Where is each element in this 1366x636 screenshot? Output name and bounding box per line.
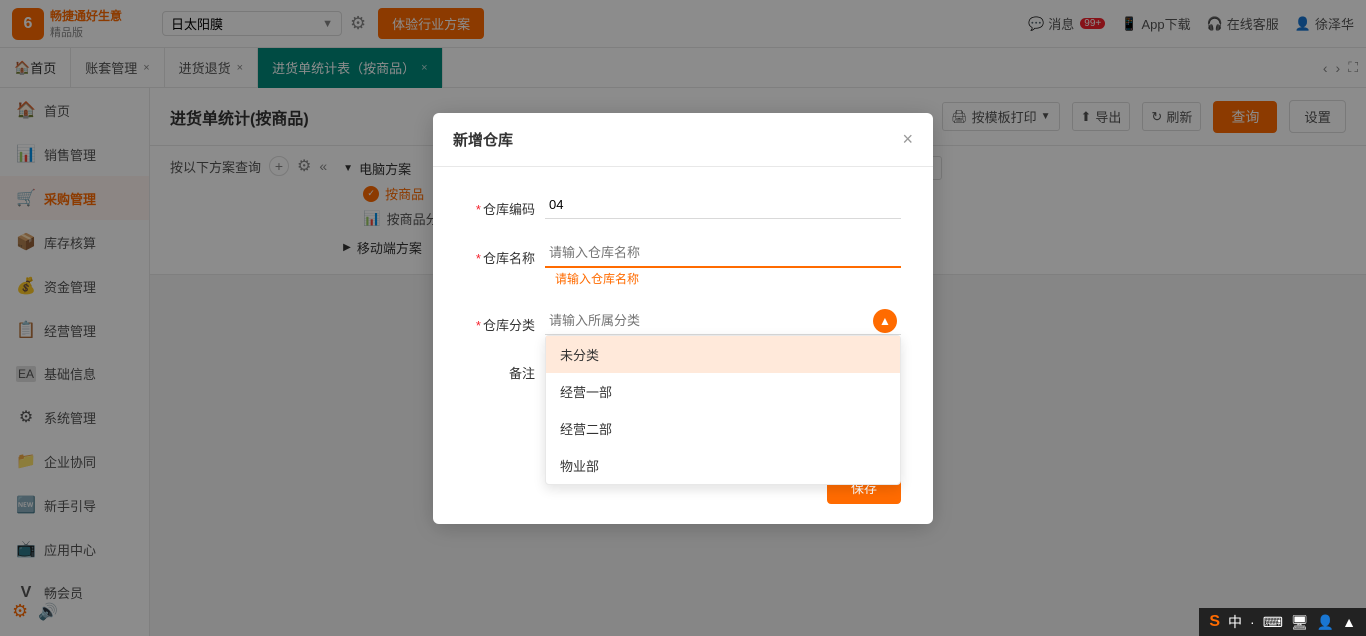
user-bottom-icon[interactable]: 👤: [1317, 614, 1334, 631]
monitor-icon[interactable]: 🖥: [1291, 614, 1309, 631]
category-arrow-btn[interactable]: ▲: [873, 309, 897, 333]
form-row-category: 仓库分类 ▲ 未分类 经营一部 经营二部 物业部: [465, 307, 901, 335]
name-input[interactable]: [545, 239, 901, 268]
dialog-title: 新增仓库: [453, 129, 513, 150]
diamond-icon[interactable]: ·: [1250, 614, 1255, 630]
dialog: 新增仓库 × 仓库编码 仓库名称 请输入仓库名称 仓库分类: [433, 113, 933, 524]
dropdown-item-dept1[interactable]: 经营一部: [546, 373, 900, 410]
form-row-name-inner: 仓库名称: [465, 239, 901, 268]
dropdown-item-property[interactable]: 物业部: [546, 447, 900, 484]
dialog-close-btn[interactable]: ×: [902, 129, 913, 150]
notes-label: 备注: [465, 355, 545, 382]
category-label: 仓库分类: [465, 307, 545, 334]
modal-overlay[interactable]: 新增仓库 × 仓库编码 仓库名称 请输入仓库名称 仓库分类: [0, 0, 1366, 636]
chinese-icon[interactable]: 中: [1228, 612, 1242, 632]
dialog-header: 新增仓库 ×: [433, 113, 933, 167]
form-row-code: 仓库编码: [465, 191, 901, 219]
category-select-wrapper: ▲ 未分类 经营一部 经营二部 物业部: [545, 307, 901, 335]
expand-icon[interactable]: ▲: [1342, 614, 1356, 630]
category-input[interactable]: [545, 307, 901, 335]
name-error-msg: 请输入仓库名称: [465, 270, 639, 287]
dropdown-item-uncategorized[interactable]: 未分类: [546, 336, 900, 373]
category-dropdown: 未分类 经营一部 经营二部 物业部: [545, 335, 901, 485]
logo-s-icon: S: [1209, 613, 1220, 631]
name-label: 仓库名称: [465, 240, 545, 267]
form-row-name: 仓库名称 请输入仓库名称: [465, 239, 901, 287]
code-label: 仓库编码: [465, 191, 545, 218]
dialog-body: 仓库编码 仓库名称 请输入仓库名称 仓库分类 ▲ 未分类: [433, 167, 933, 459]
keyboard-icon[interactable]: ⌨: [1263, 614, 1283, 631]
dropdown-item-dept2[interactable]: 经营二部: [546, 410, 900, 447]
code-input[interactable]: [545, 191, 901, 219]
bottom-status-bar: S 中 · ⌨ 🖥 👤 ▲: [1199, 608, 1366, 636]
